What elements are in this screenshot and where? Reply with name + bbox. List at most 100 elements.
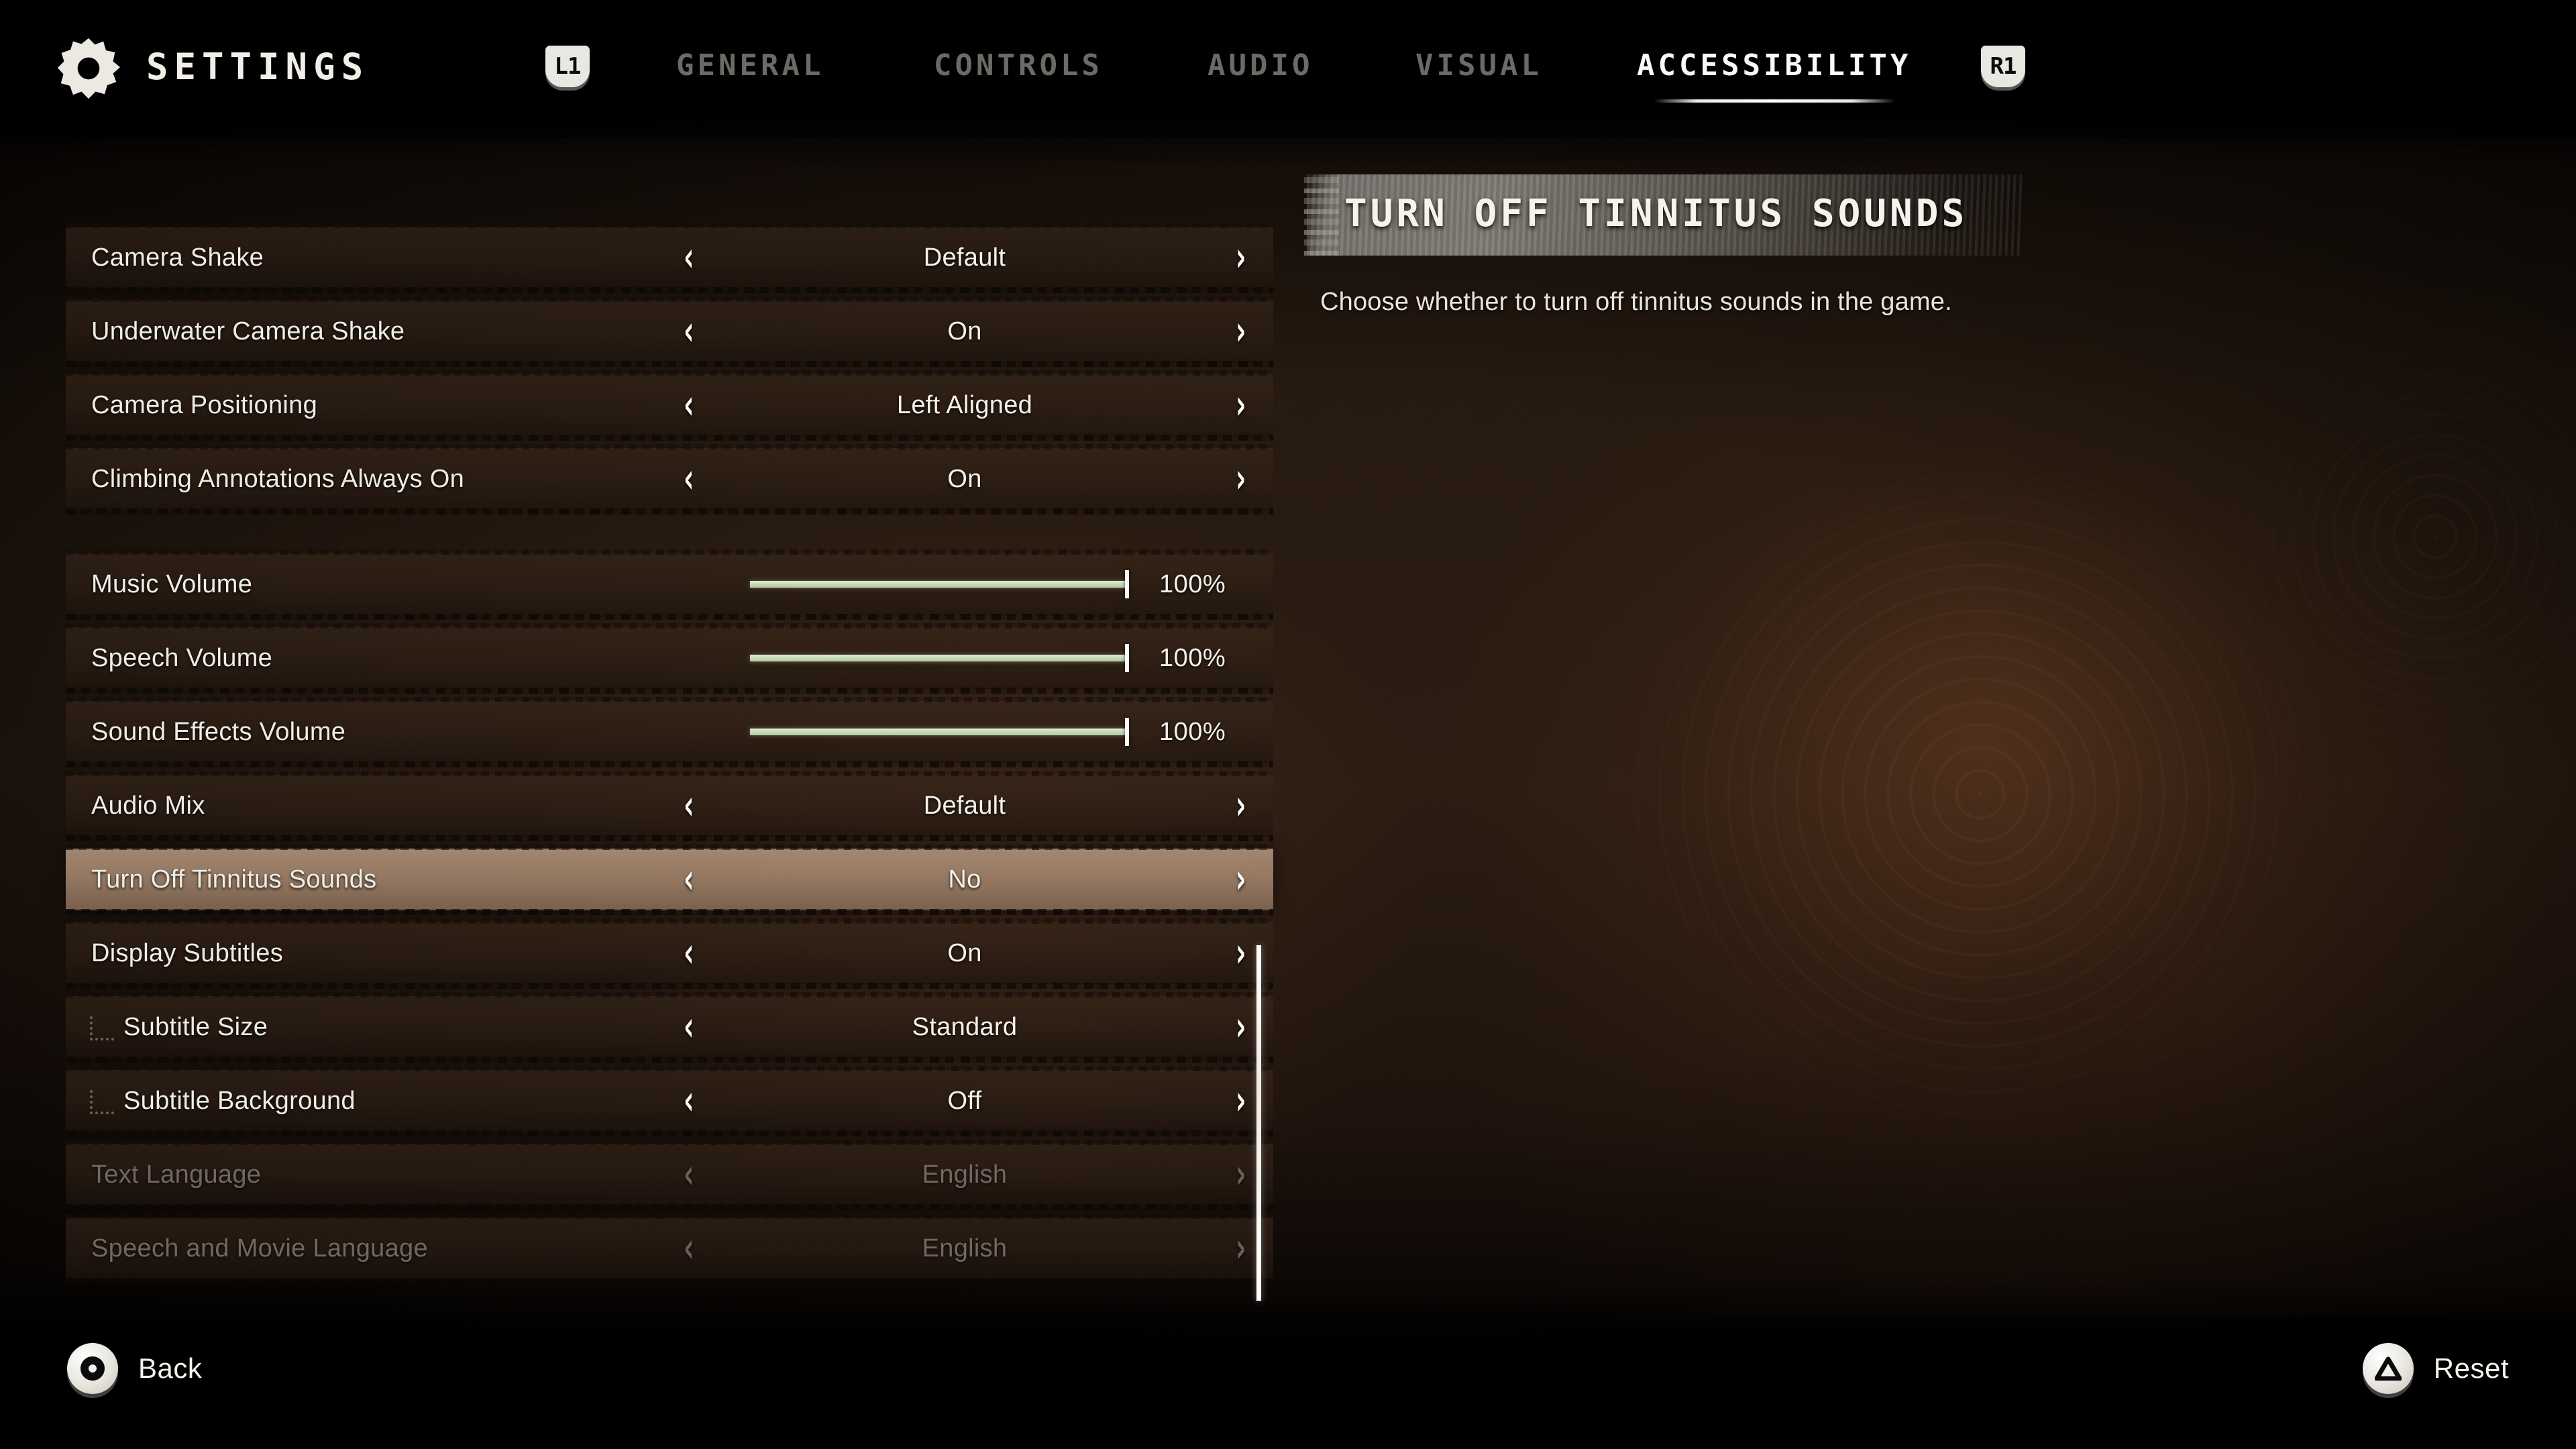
- chevron-right-icon[interactable]: ›: [1236, 458, 1246, 499]
- reset-button-label: Reset: [2433, 1352, 2509, 1384]
- setting-row[interactable]: Display Subtitles ‹ On ›: [66, 918, 1273, 989]
- slider-knob[interactable]: [1125, 570, 1129, 598]
- settings-scrollbar[interactable]: [1256, 921, 1261, 1317]
- setting-row[interactable]: Speech and Movie Language ‹ English ›: [66, 1214, 1273, 1284]
- slider-knob[interactable]: [1125, 718, 1129, 746]
- l1-bumper-button[interactable]: L1: [545, 46, 590, 87]
- chevron-right-icon[interactable]: ›: [1236, 1080, 1246, 1121]
- slider-track[interactable]: [750, 570, 1129, 598]
- setting-label: Underwater Camera Shake: [91, 317, 405, 345]
- settings-list: Camera Shake ‹ Default › Underwater Camera S…: [66, 223, 1273, 1291]
- slider-value: 100%: [1159, 643, 1226, 672]
- chevron-right-icon[interactable]: ›: [1236, 785, 1246, 826]
- setting-label: Speech and Movie Language: [91, 1234, 428, 1263]
- setting-label: Subtitle Size: [123, 1012, 268, 1041]
- detail-title-banner: TURN OFF TINNITUS SOUNDS: [1303, 174, 2023, 256]
- setting-label: Sound Effects Volume: [91, 717, 346, 746]
- slider-fill: [750, 581, 1127, 588]
- slider-fill: [750, 729, 1127, 735]
- setting-label: Speech Volume: [91, 643, 273, 672]
- scrollbar-thumb[interactable]: [1256, 945, 1261, 1301]
- r1-bumper-button[interactable]: R1: [1981, 46, 2025, 87]
- setting-row[interactable]: Sound Effects Volume 100%: [66, 697, 1273, 767]
- chevron-right-icon[interactable]: ›: [1236, 384, 1246, 425]
- setting-label: Display Subtitles: [91, 938, 283, 967]
- setting-row[interactable]: Subtitle Background ‹ Off ›: [66, 1066, 1273, 1136]
- setting-value: Default: [923, 791, 1006, 820]
- tab-visual[interactable]: VISUAL: [1415, 48, 1542, 83]
- footer-bar: Back Reset: [0, 1315, 2576, 1449]
- tab-general[interactable]: GENERAL: [676, 48, 824, 83]
- setting-value: On: [947, 938, 982, 967]
- chevron-right-icon[interactable]: ›: [1236, 1006, 1246, 1047]
- stepper-control: ‹ On ›: [682, 922, 1248, 984]
- stepper-control: ‹ Default ›: [682, 227, 1248, 288]
- volume-slider[interactable]: 100%: [750, 553, 1248, 615]
- setting-row[interactable]: Underwater Camera Shake ‹ On ›: [66, 297, 1273, 367]
- gear-icon: [57, 38, 121, 99]
- setting-row[interactable]: Turn Off Tinnitus Sounds ‹ No ›: [66, 845, 1273, 915]
- reset-button[interactable]: Reset: [2362, 1343, 2509, 1394]
- tab-accessibility[interactable]: ACCESSIBILITY: [1637, 48, 1911, 83]
- setting-value: On: [947, 317, 982, 345]
- setting-label: Camera Shake: [91, 243, 264, 272]
- volume-slider[interactable]: 100%: [750, 627, 1248, 689]
- setting-row[interactable]: Subtitle Size ‹ Standard ›: [66, 992, 1273, 1063]
- back-button-label: Back: [138, 1352, 203, 1384]
- stepper-control: ‹ English ›: [682, 1218, 1248, 1279]
- slider-track[interactable]: [750, 644, 1129, 672]
- detail-title: TURN OFF TINNITUS SOUNDS: [1344, 192, 1968, 235]
- slider-knob[interactable]: [1125, 644, 1129, 672]
- setting-value: Off: [947, 1086, 982, 1115]
- setting-label: Text Language: [91, 1160, 262, 1189]
- stepper-control: ‹ English ›: [682, 1144, 1248, 1205]
- detail-panel: TURN OFF TINNITUS SOUNDS Choose whether …: [1303, 174, 2447, 317]
- slider-track[interactable]: [750, 718, 1129, 746]
- slider-value: 100%: [1159, 570, 1226, 598]
- chevron-right-icon[interactable]: ›: [1236, 1228, 1246, 1269]
- slider-fill: [750, 655, 1127, 661]
- setting-value: English: [922, 1234, 1008, 1263]
- settings-group-audio-subtitles: Music Volume 100% Speech Volume 100% Sound E…: [66, 549, 1273, 1284]
- stepper-control: ‹ No ›: [682, 849, 1248, 910]
- back-button[interactable]: Back: [67, 1343, 202, 1394]
- setting-row[interactable]: Camera Positioning ‹ Left Aligned ›: [66, 370, 1273, 441]
- chevron-right-icon[interactable]: ›: [1236, 859, 1246, 900]
- setting-label: Camera Positioning: [91, 390, 318, 419]
- settings-group-camera: Camera Shake ‹ Default › Underwater Camera S…: [66, 223, 1273, 515]
- setting-row[interactable]: Music Volume 100%: [66, 549, 1273, 620]
- setting-row[interactable]: Climbing Annotations Always On ‹ On ›: [66, 444, 1273, 515]
- setting-row[interactable]: Audio Mix ‹ Default ›: [66, 771, 1273, 841]
- chevron-right-icon[interactable]: ›: [1236, 237, 1246, 278]
- stepper-control: ‹ On ›: [682, 301, 1248, 362]
- group-divider: [66, 522, 1273, 553]
- setting-label: Audio Mix: [91, 791, 205, 820]
- setting-value: Default: [923, 243, 1006, 272]
- setting-label: Turn Off Tinnitus Sounds: [91, 865, 377, 894]
- slider-value: 100%: [1159, 717, 1226, 746]
- stepper-control: ‹ Standard ›: [682, 996, 1248, 1058]
- setting-value: English: [922, 1160, 1008, 1189]
- chevron-right-icon[interactable]: ›: [1236, 932, 1246, 973]
- setting-label: Subtitle Background: [123, 1086, 356, 1115]
- stepper-control: ‹ On ›: [682, 448, 1248, 510]
- tab-audio[interactable]: AUDIO: [1208, 48, 1313, 83]
- playstation-triangle-icon: [2362, 1343, 2414, 1394]
- chevron-right-icon[interactable]: ›: [1236, 1154, 1246, 1195]
- setting-row[interactable]: Camera Shake ‹ Default ›: [66, 223, 1273, 293]
- sub-item-indent-icon: [90, 1090, 114, 1114]
- setting-value: Standard: [912, 1012, 1018, 1041]
- setting-row[interactable]: Text Language ‹ English ›: [66, 1140, 1273, 1210]
- page-title: SETTINGS: [146, 46, 370, 88]
- stepper-control: ‹ Off ›: [682, 1070, 1248, 1132]
- setting-label: Climbing Annotations Always On: [91, 464, 465, 493]
- volume-slider[interactable]: 100%: [750, 701, 1248, 763]
- tab-controls[interactable]: CONTROLS: [934, 48, 1103, 83]
- stepper-control: ‹ Left Aligned ›: [682, 374, 1248, 436]
- setting-value: On: [947, 464, 982, 493]
- chevron-right-icon[interactable]: ›: [1236, 311, 1246, 352]
- setting-value: Left Aligned: [896, 390, 1033, 419]
- header-bar: SETTINGS L1 R1 GENERAL CONTROLS AUDIO VI…: [0, 0, 2576, 138]
- setting-row[interactable]: Speech Volume 100%: [66, 623, 1273, 694]
- stepper-control: ‹ Default ›: [682, 775, 1248, 837]
